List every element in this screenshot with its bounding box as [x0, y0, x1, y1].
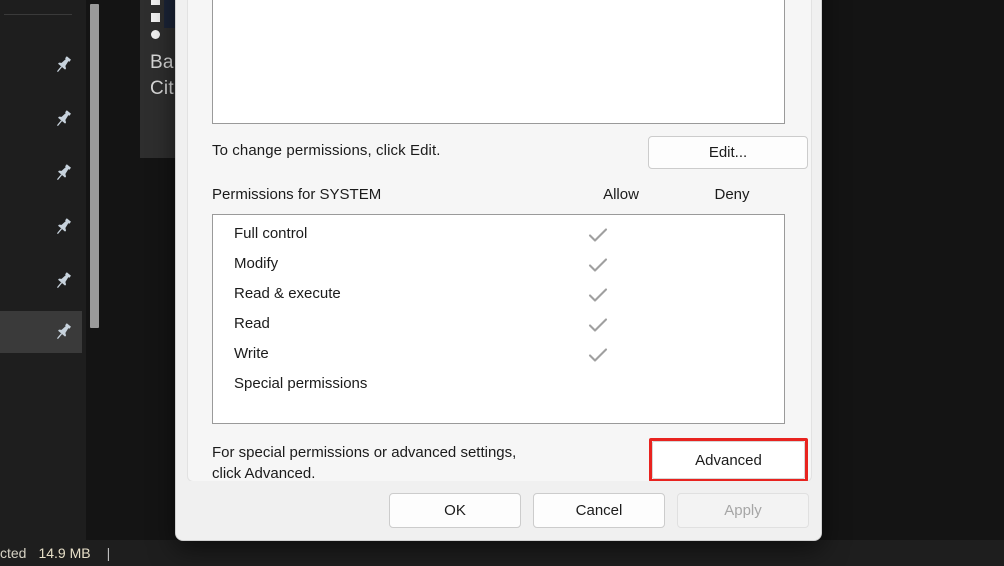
column-header-deny: Deny — [714, 186, 750, 203]
sidebar-item-pin-2[interactable] — [0, 98, 82, 140]
deny-cell[interactable] — [681, 373, 737, 397]
card-icon-group — [151, 0, 160, 47]
sidebar-item-pin-4[interactable] — [0, 206, 82, 248]
dialog-footer: OK Cancel Apply — [176, 481, 821, 540]
screen: Ba Cit cted 14.9 MB | To change permissi… — [0, 0, 1004, 566]
deny-cell[interactable] — [681, 253, 737, 277]
permissions-for-label: Permissions for SYSTEM — [212, 186, 382, 203]
advanced-hint-line2: click Advanced. — [212, 465, 316, 482]
permission-label: Full control — [234, 225, 308, 242]
square-icon — [151, 13, 160, 22]
allow-cell[interactable] — [570, 373, 626, 397]
pin-icon — [52, 54, 74, 76]
advanced-button-highlight: Advanced — [649, 438, 808, 482]
card-text-line2: Cit — [150, 78, 174, 99]
pin-icon — [52, 321, 74, 343]
pin-icon — [52, 270, 74, 292]
table-row[interactable]: Full control — [213, 221, 784, 251]
background-sidebar — [0, 0, 86, 540]
allow-checkmark-icon[interactable] — [570, 283, 626, 307]
card-text-line1: Ba — [150, 52, 174, 73]
square-icon — [151, 0, 160, 5]
table-row[interactable]: Special permissions — [213, 371, 784, 401]
sidebar-item-pin-5[interactable] — [0, 260, 82, 302]
column-header-allow: Allow — [603, 186, 639, 203]
pin-icon — [52, 162, 74, 184]
advanced-hint-label: For special permissions or advanced sett… — [212, 442, 612, 484]
sidebar-divider — [4, 14, 72, 15]
table-row[interactable]: Read — [213, 311, 784, 341]
permission-label: Modify — [234, 255, 279, 272]
edit-button[interactable]: Edit... — [648, 136, 808, 169]
permissions-table-header: Permissions for SYSTEM Allow Deny — [212, 186, 785, 208]
table-row[interactable]: Read & execute — [213, 281, 784, 311]
allow-checkmark-icon[interactable] — [570, 343, 626, 367]
allow-checkmark-icon[interactable] — [570, 223, 626, 247]
deny-cell[interactable] — [681, 313, 737, 337]
deny-cell[interactable] — [681, 343, 737, 367]
security-permissions-dialog: To change permissions, click Edit. Edit.… — [175, 0, 822, 541]
deny-cell[interactable] — [681, 223, 737, 247]
scrollbar-thumb[interactable] — [90, 4, 99, 328]
permission-label: Write — [234, 345, 269, 362]
sidebar-item-pin-3[interactable] — [0, 152, 82, 194]
pin-icon — [52, 108, 74, 130]
pin-icon — [52, 216, 74, 238]
advanced-button[interactable]: Advanced — [652, 441, 805, 479]
status-bar: cted 14.9 MB | — [0, 540, 1004, 566]
advanced-hint-line1: For special permissions or advanced sett… — [212, 444, 517, 461]
scrollbar-track[interactable] — [88, 0, 100, 540]
table-row[interactable]: Write — [213, 341, 784, 371]
cancel-button[interactable]: Cancel — [533, 493, 665, 528]
edit-permissions-row: To change permissions, click Edit. Edit.… — [212, 136, 808, 169]
allow-checkmark-icon[interactable] — [570, 313, 626, 337]
ok-button[interactable]: OK — [389, 493, 521, 528]
edit-hint-label: To change permissions, click Edit. — [212, 142, 441, 159]
status-selection-text: cted — [0, 545, 27, 561]
status-size-text: 14.9 MB — [38, 545, 91, 561]
apply-button: Apply — [677, 493, 809, 528]
permissions-list[interactable]: Full control Modify Read & execute Read … — [212, 214, 785, 424]
allow-checkmark-icon[interactable] — [570, 253, 626, 277]
deny-cell[interactable] — [681, 283, 737, 307]
permission-label: Special permissions — [234, 375, 368, 392]
permission-label: Read — [234, 315, 270, 332]
permission-label: Read & execute — [234, 285, 341, 302]
status-separator: | — [106, 545, 111, 561]
circle-icon — [151, 30, 160, 39]
dialog-content-panel: To change permissions, click Edit. Edit.… — [187, 0, 812, 482]
sidebar-item-pin-6-selected[interactable] — [0, 311, 82, 353]
permission-entries-listbox[interactable] — [212, 0, 785, 124]
table-row[interactable]: Modify — [213, 251, 784, 281]
sidebar-item-pin-1[interactable] — [0, 44, 82, 86]
